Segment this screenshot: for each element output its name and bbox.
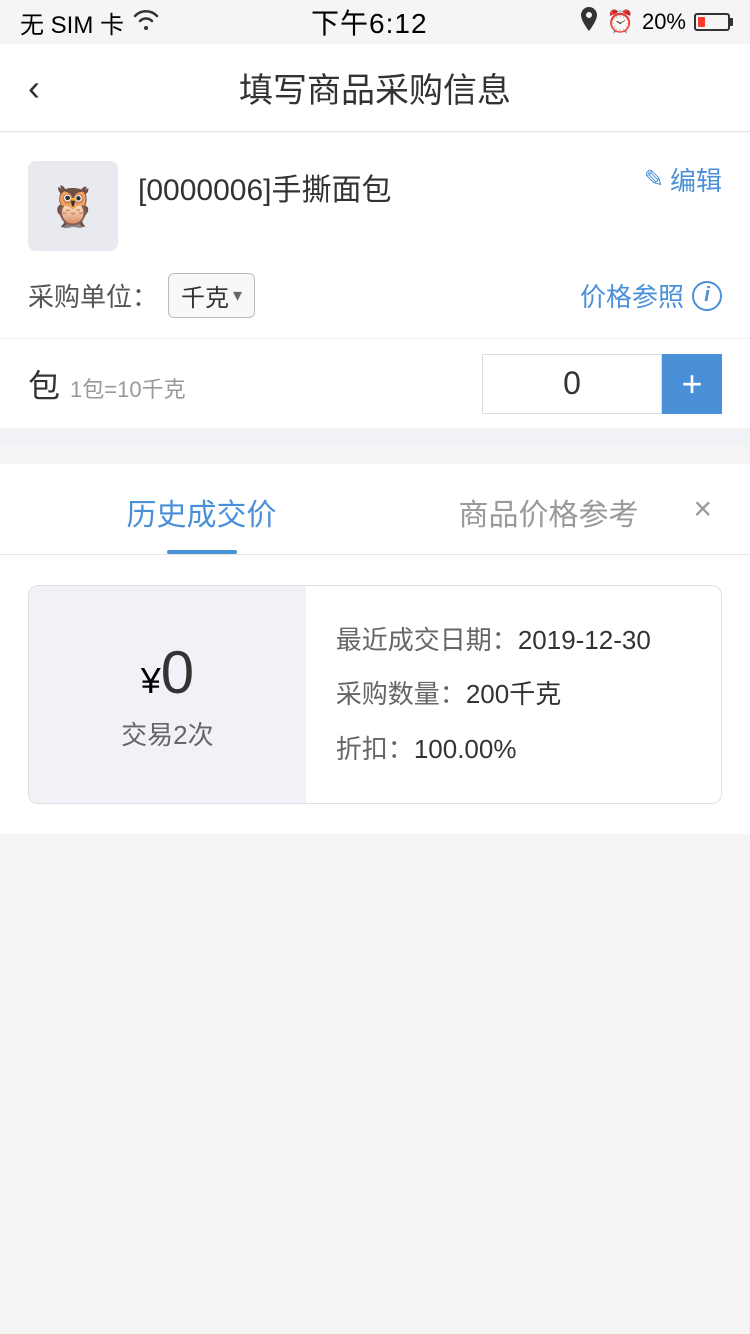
status-bar: 无 SIM 卡 下午6:12 ⏰ 20% <box>0 0 750 44</box>
time-display: 下午6:12 <box>311 2 428 42</box>
purchase-quantity-row: 采购数量：200千克 <box>336 676 691 712</box>
transactions-label: 交易2次 <box>121 715 213 752</box>
section-divider <box>0 428 750 446</box>
wifi-icon <box>132 8 160 37</box>
quantity-conversion: 1包=10千克 <box>70 372 186 404</box>
price-value: 0 <box>161 639 194 706</box>
product-header: 🦉 [0000006]手撕面包 ✎ 编辑 <box>28 161 722 251</box>
price-reference-button[interactable]: 价格参照 i <box>580 277 722 314</box>
product-name: [0000006]手撕面包 <box>138 165 391 209</box>
product-thumbnail: 🦉 <box>28 161 118 251</box>
price-ref-label: 价格参照 <box>580 277 684 314</box>
tab-close-button[interactable]: × <box>683 481 722 538</box>
edit-button[interactable]: ✎ 编辑 <box>644 161 722 198</box>
page-title: 填写商品采购信息 <box>239 63 511 112</box>
product-card: 🦉 [0000006]手撕面包 ✎ 编辑 采购单位： 千克 ▾ 价格参照 i <box>0 133 750 338</box>
discount-row: 折扣：100.00% <box>336 731 691 767</box>
discount-label: 折扣： <box>336 734 414 764</box>
chevron-down-icon: ▾ <box>233 285 242 306</box>
purchase-quantity-value: 200千克 <box>466 679 561 709</box>
status-right: ⏰ 20% <box>579 7 730 37</box>
alarm-icon: ⏰ <box>607 9 634 35</box>
purchase-unit-left: 采购单位： 千克 ▾ <box>28 273 255 318</box>
product-left: 🦉 [0000006]手撕面包 <box>28 161 391 251</box>
sim-status: 无 SIM 卡 <box>20 5 124 40</box>
discount-value: 100.00% <box>414 734 517 764</box>
price-amount-display: ¥0 <box>141 638 194 707</box>
tab-product-price-ref[interactable]: 商品价格参考 <box>375 464 722 554</box>
price-right-panel: 最近成交日期：2019-12-30 采购数量：200千克 折扣：100.00% <box>306 586 721 803</box>
back-button[interactable]: ‹ <box>28 67 40 109</box>
status-left: 无 SIM 卡 <box>20 5 160 40</box>
tab-content-history: ¥0 交易2次 最近成交日期：2019-12-30 采购数量：200千克 折扣：… <box>0 555 750 834</box>
tabs-container: 历史成交价 商品价格参考 × ¥0 交易2次 最近成交日期：2019-12-30… <box>0 464 750 834</box>
recent-date-label: 最近成交日期： <box>336 625 518 655</box>
currency-symbol: ¥ <box>141 660 161 701</box>
price-card: ¥0 交易2次 最近成交日期：2019-12-30 采购数量：200千克 折扣：… <box>28 585 722 804</box>
recent-date-value: 2019-12-30 <box>518 625 651 655</box>
price-left-panel: ¥0 交易2次 <box>29 586 306 803</box>
unit-value: 千克 <box>181 278 229 313</box>
quantity-label: 包 1包=10千克 <box>28 361 186 407</box>
recent-date-row: 最近成交日期：2019-12-30 <box>336 622 691 658</box>
quantity-input[interactable] <box>482 354 662 414</box>
quantity-controls: + <box>482 354 722 414</box>
purchase-unit-row: 采购单位： 千克 ▾ 价格参照 i <box>28 273 722 318</box>
quantity-row: 包 1包=10千克 + <box>0 338 750 428</box>
nav-bar: ‹ 填写商品采购信息 <box>0 44 750 132</box>
battery-icon <box>694 13 730 31</box>
purchase-unit-label: 采购单位： <box>28 277 158 314</box>
edit-label: 编辑 <box>670 161 722 198</box>
purchase-quantity-label: 采购数量： <box>336 679 466 709</box>
quantity-unit: 包 <box>28 361 60 407</box>
unit-selector[interactable]: 千克 ▾ <box>168 273 255 318</box>
edit-icon: ✎ <box>644 165 664 194</box>
battery-percent: 20% <box>642 9 686 35</box>
tabs-header: 历史成交价 商品价格参考 × <box>0 464 750 555</box>
location-icon <box>579 7 599 37</box>
product-owl-icon: 🦉 <box>48 183 98 230</box>
quantity-plus-button[interactable]: + <box>662 354 722 414</box>
info-icon: i <box>692 281 722 311</box>
tab-history-price[interactable]: 历史成交价 <box>28 464 375 554</box>
